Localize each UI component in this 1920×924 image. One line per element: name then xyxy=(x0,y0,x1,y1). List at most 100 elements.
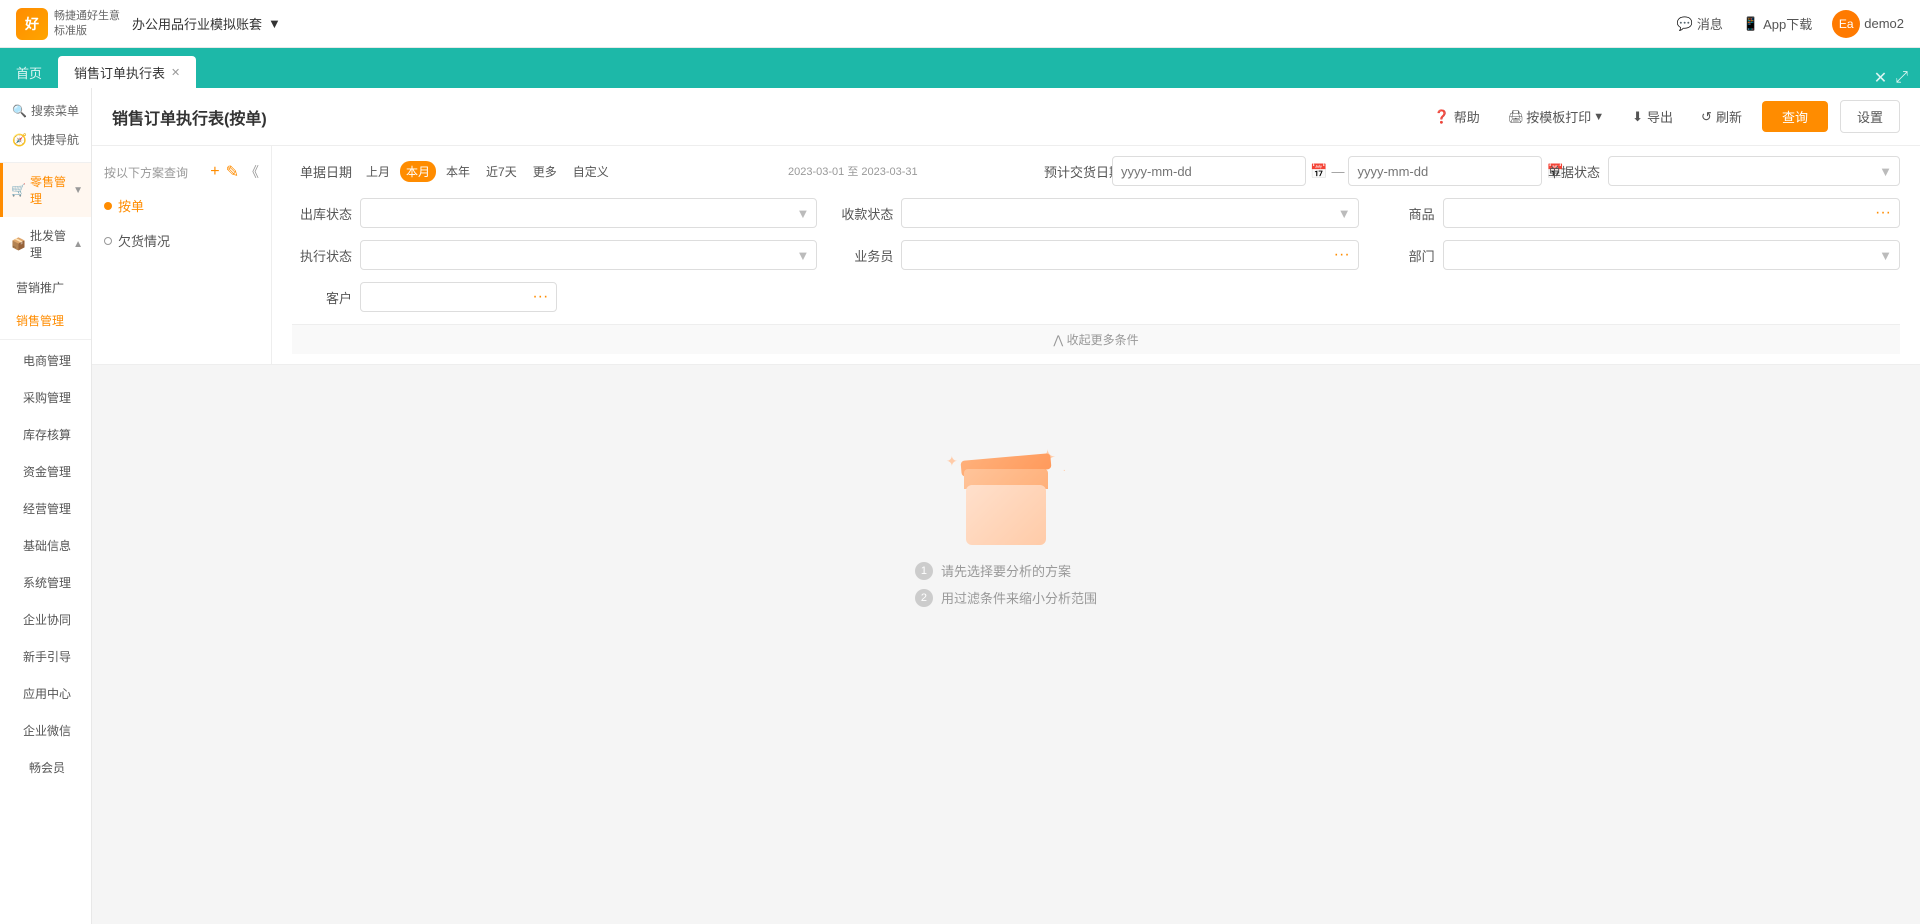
scheme-inactive-dot xyxy=(104,237,112,245)
sidebar-wholesale-label: 批发管理 xyxy=(30,227,69,261)
sidebar: 🔍 搜索菜单 🧭 快捷导航 🛒 零售管理 ▼ 📦 批发管理 ▲ 营销推广 销售管… xyxy=(0,88,92,924)
sidebar-item-member[interactable]: 畅会员 xyxy=(0,749,91,786)
user-area[interactable]: Ea demo2 xyxy=(1832,10,1904,38)
tab-close-all-icon[interactable]: ✕ xyxy=(1874,68,1887,88)
sidebar-item-wholesale[interactable]: 📦 批发管理 ▲ xyxy=(0,217,91,271)
refresh-button[interactable]: ↺ 刷新 xyxy=(1693,103,1750,130)
sidebar-item-inventory[interactable]: 库存核算 xyxy=(0,416,91,453)
sidebar-item-ecommerce[interactable]: 电商管理 xyxy=(0,342,91,379)
box-body xyxy=(966,485,1046,545)
collection-status-label: 收款状态 xyxy=(833,204,893,223)
print-dropdown-icon[interactable]: ▼ xyxy=(1593,111,1604,123)
sidebar-item-operation[interactable]: 经营管理 xyxy=(0,490,91,527)
step-num-1: 1 xyxy=(915,562,933,580)
sidebar-item-system[interactable]: 系统管理 xyxy=(0,564,91,601)
scheme-item-欠货情况[interactable]: 欠货情况 xyxy=(92,223,271,258)
shortcut-custom[interactable]: 自定义 xyxy=(567,161,615,182)
operation-label: 经营管理 xyxy=(23,500,71,517)
scheme-item-按单[interactable]: 按单 xyxy=(92,188,271,223)
tab-home[interactable]: 首页 xyxy=(0,56,58,88)
scheme-collapse-icon[interactable]: 《 xyxy=(245,162,259,182)
scheme-edit-icon[interactable]: ✎ xyxy=(226,162,239,182)
delivery-status-select[interactable] xyxy=(360,198,817,228)
sidebar-item-finance[interactable]: 资金管理 xyxy=(0,453,91,490)
page-header-actions: ❓ 帮助 🖨 按模板打印 ▼ ⬇ 导出 ↺ 刷新 查询 设置 xyxy=(1426,100,1901,133)
scheme-add-icon[interactable]: + xyxy=(210,163,219,181)
sidebar-search-button[interactable]: 🔍 搜索菜单 xyxy=(4,96,87,125)
salesman-picker-icon[interactable]: ··· xyxy=(1334,247,1350,263)
collapse-label: 收起更多条件 xyxy=(1067,333,1139,347)
exec-status-select[interactable] xyxy=(360,240,817,270)
help-button[interactable]: ❓ 帮助 xyxy=(1426,103,1488,130)
dept-select[interactable] xyxy=(1443,240,1900,270)
header-right: 💬 消息 📱 App下载 Ea demo2 xyxy=(1677,10,1904,38)
sidebar-nav-label: 快捷导航 xyxy=(31,131,79,148)
filter-item-exec-status: 执行状态 ▼ xyxy=(292,240,817,270)
app-download-icon: 📱 xyxy=(1743,16,1759,32)
shortcut-last-month[interactable]: 上月 xyxy=(360,161,396,182)
calendar-start-icon[interactable]: 📅 xyxy=(1310,163,1327,180)
search-icon: 🔍 xyxy=(12,104,27,118)
filter-fields: 单据日期 上月 本月 本年 近7天 更多 自定义 2023-03-01 至 20… xyxy=(272,146,1920,364)
tab-sales-order-exec[interactable]: 销售订单执行表 ✕ xyxy=(58,56,196,88)
scheme-active-dot xyxy=(104,202,112,210)
expected-delivery-end[interactable] xyxy=(1348,156,1542,186)
salesman-label: 业务员 xyxy=(833,246,893,265)
logo-area: 好 畅捷通好生意 标准版 xyxy=(16,8,120,40)
dept-label: 部门 xyxy=(1375,246,1435,265)
query-button[interactable]: 查询 xyxy=(1762,101,1828,132)
shortcut-more[interactable]: 更多 xyxy=(527,161,563,182)
sidebar-item-enterprise[interactable]: 企业协同 xyxy=(0,601,91,638)
customer-picker-icon[interactable]: ··· xyxy=(532,289,548,305)
sidebar-subitem-marketing[interactable]: 营销推广 xyxy=(0,271,91,304)
collapse-up-icon: ⋀ xyxy=(1053,333,1063,347)
sidebar-subitem-marketing-label: 营销推广 xyxy=(16,279,64,296)
reset-button[interactable]: 设置 xyxy=(1840,100,1900,133)
empty-step-2: 2 用过滤条件来缩小分析范围 xyxy=(915,588,1097,607)
collapse-bar[interactable]: ⋀ 收起更多条件 xyxy=(292,324,1900,354)
message-icon: 💬 xyxy=(1677,16,1693,32)
sidebar-item-purchase[interactable]: 采购管理 xyxy=(0,379,91,416)
message-button[interactable]: 💬 消息 xyxy=(1677,14,1723,33)
onboarding-label: 新手引导 xyxy=(23,648,71,665)
user-avatar: Ea xyxy=(1832,10,1860,38)
date-label: 单据日期 xyxy=(292,162,352,181)
tab-sales-order-label: 销售订单执行表 xyxy=(74,63,165,82)
tab-bar-right: ✕ ⤢ xyxy=(1862,68,1920,88)
export-button[interactable]: ⬇ 导出 xyxy=(1624,103,1681,130)
sidebar-item-corp-wechat[interactable]: 企业微信 xyxy=(0,712,91,749)
tab-close-icon[interactable]: ✕ xyxy=(171,66,180,79)
shortcut-last7[interactable]: 近7天 xyxy=(480,161,523,182)
shortcut-this-year[interactable]: 本年 xyxy=(440,161,476,182)
sidebar-item-onboarding[interactable]: 新手引导 xyxy=(0,638,91,675)
print-button[interactable]: 🖨 按模板打印 ▼ xyxy=(1500,103,1612,130)
app-download-button[interactable]: 📱 App下载 xyxy=(1743,14,1812,33)
collection-status-select[interactable] xyxy=(901,198,1358,228)
filter-item-collection-status: 收款状态 ▼ xyxy=(833,198,1358,228)
sidebar-top: 🔍 搜索菜单 🧭 快捷导航 xyxy=(0,88,91,163)
sidebar-item-basic[interactable]: 基础信息 xyxy=(0,527,91,564)
enterprise-label: 企业协同 xyxy=(23,611,71,628)
sidebar-item-retail[interactable]: 🛒 零售管理 ▼ xyxy=(0,163,91,217)
status-label: 单据状态 xyxy=(1540,162,1600,181)
filter-item-customer: 客户 ··· xyxy=(292,282,557,312)
page-title: 销售订单执行表(按单) xyxy=(112,105,267,129)
product-picker-icon[interactable]: ··· xyxy=(1875,205,1891,221)
empty-step1-label: 请先选择要分析的方案 xyxy=(941,561,1071,580)
app-logo-icon: 好 xyxy=(16,8,48,40)
empty-step-1: 1 请先选择要分析的方案 xyxy=(915,561,1097,580)
sidebar-nav-button[interactable]: 🧭 快捷导航 xyxy=(4,125,87,154)
date-range-text: 2023-03-01 至 2023-03-31 xyxy=(788,163,1028,179)
expected-delivery-start[interactable] xyxy=(1112,156,1306,186)
expected-delivery-range: 📅 — 📅 xyxy=(1112,156,1564,186)
basic-label: 基础信息 xyxy=(23,537,71,554)
tab-expand-icon[interactable]: ⤢ xyxy=(1895,69,1908,87)
status-select[interactable] xyxy=(1608,156,1900,186)
sidebar-item-appstore[interactable]: 应用中心 xyxy=(0,675,91,712)
sidebar-subitem-sales[interactable]: 销售管理 xyxy=(0,304,91,337)
step-num-2: 2 xyxy=(915,589,933,607)
nav-title: 办公用品行业模拟账套 xyxy=(132,14,262,33)
refresh-icon: ↺ xyxy=(1701,109,1712,125)
nav-dropdown-icon[interactable]: ▼ xyxy=(268,16,281,31)
shortcut-this-month[interactable]: 本月 xyxy=(400,161,436,182)
